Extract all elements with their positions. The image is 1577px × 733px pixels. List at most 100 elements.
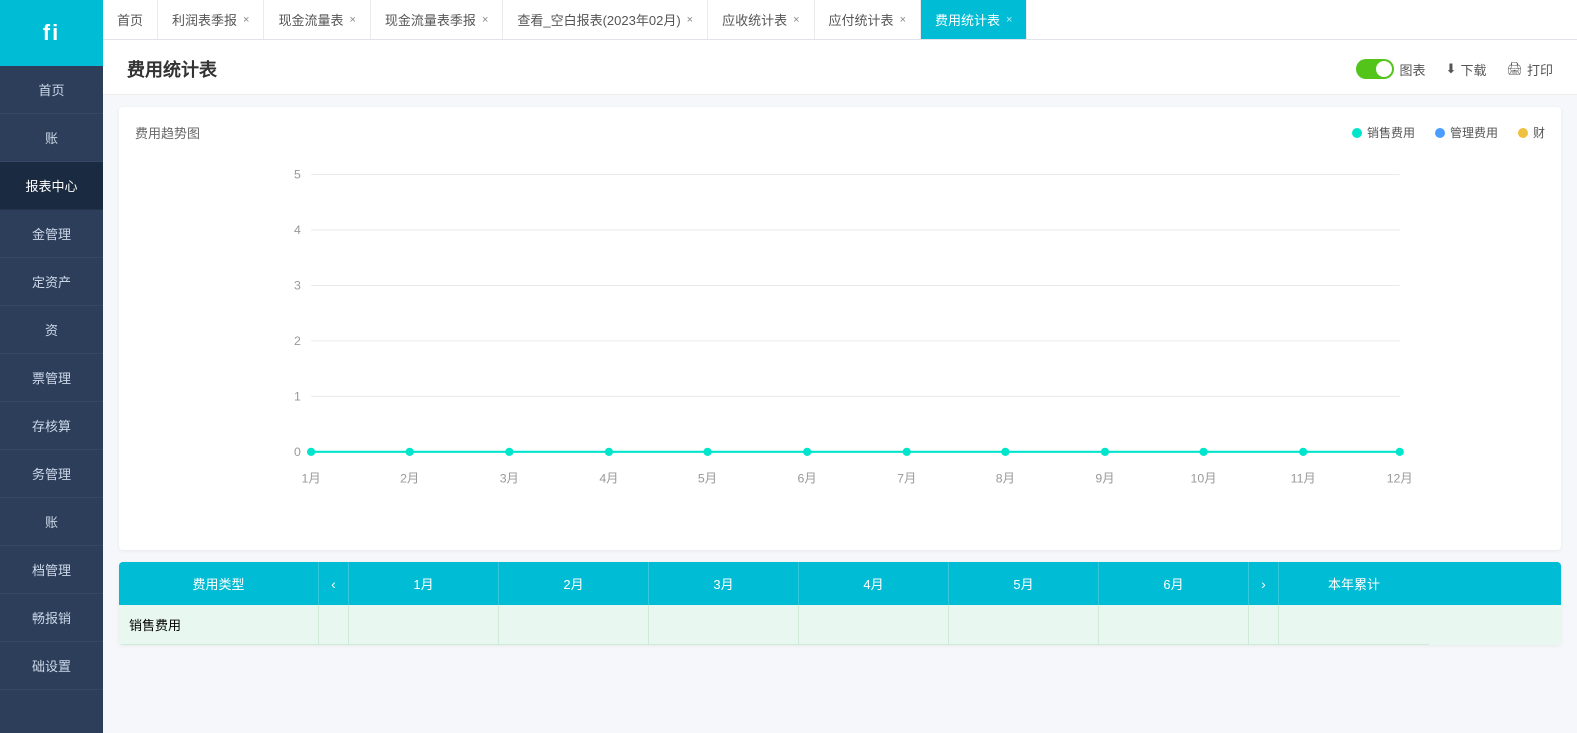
tab-cashflow[interactable]: 现金流量表 × — [264, 0, 370, 39]
svg-text:8月: 8月 — [996, 472, 1015, 486]
svg-text:3: 3 — [294, 279, 301, 293]
chart-toggle[interactable] — [1356, 59, 1394, 79]
chart-point-8 — [1001, 448, 1009, 456]
sidebar-item-invoice[interactable]: 票管理 — [0, 354, 103, 402]
tab-close-blank-report[interactable]: × — [687, 14, 693, 26]
svg-text:4: 4 — [294, 223, 301, 237]
legend-admin-label: 管理费用 — [1450, 124, 1498, 141]
chart-point-1 — [307, 448, 315, 456]
download-button[interactable]: ⬇ 下载 — [1446, 60, 1487, 79]
legend-sales-dot — [1352, 128, 1362, 138]
sidebar-item-finance[interactable]: 金管理 — [0, 210, 103, 258]
page-actions: 图表 ⬇ 下载 🖨 打印 — [1356, 59, 1553, 79]
tab-close-payable[interactable]: × — [900, 14, 906, 26]
content-area: 费用统计表 图表 ⬇ 下载 🖨 打印 费用趋势图 — [103, 40, 1577, 733]
tab-blank-report[interactable]: 查看_空白报表(2023年02月) × — [503, 0, 708, 39]
svg-text:3月: 3月 — [500, 472, 519, 486]
svg-text:10月: 10月 — [1191, 472, 1217, 486]
chart-toggle-label: 图表 — [1400, 60, 1426, 79]
svg-text:1: 1 — [294, 389, 301, 403]
legend-sales: 销售费用 — [1352, 124, 1415, 141]
svg-text:2月: 2月 — [400, 472, 419, 486]
sidebar-item-home[interactable]: 首页 — [0, 66, 103, 114]
chart-point-11 — [1299, 448, 1307, 456]
tab-bar: 首页 利润表季报 × 现金流量表 × 现金流量表季报 × 查看_空白报表(202… — [103, 0, 1577, 40]
sidebar-item-assets[interactable]: 定资产 — [0, 258, 103, 306]
tab-close-cashflow[interactable]: × — [349, 14, 355, 26]
tab-close-profit-quarterly[interactable]: × — [243, 14, 249, 26]
svg-text:5: 5 — [294, 168, 301, 182]
tab-close-cashflow-quarterly[interactable]: × — [482, 14, 488, 26]
td-sales-label: 销售费用 — [119, 605, 319, 645]
sidebar-item-ledger[interactable]: 账 — [0, 498, 103, 546]
page-header: 费用统计表 图表 ⬇ 下载 🖨 打印 — [103, 40, 1577, 95]
tab-expense-stats[interactable]: 费用统计表 × — [921, 0, 1027, 39]
legend-finance: 财 — [1518, 124, 1545, 141]
chart-legend: 销售费用 管理费用 财 — [1352, 124, 1545, 141]
th-ytd: 本年累计 — [1279, 562, 1429, 605]
sidebar-item-reports[interactable]: 报表中心 — [0, 162, 103, 210]
svg-text:1月: 1月 — [301, 472, 320, 486]
th-month-2: 2月 — [499, 562, 649, 605]
chart-title: 费用趋势图 — [135, 123, 200, 142]
sidebar: fi 首页 账 报表中心 金管理 定资产 资 票管理 存核算 务管理 账 档管理… — [0, 0, 103, 733]
th-month-5: 5月 — [949, 562, 1099, 605]
legend-finance-label: 财 — [1533, 124, 1545, 141]
tab-payable[interactable]: 应付统计表 × — [815, 0, 921, 39]
tab-home[interactable]: 首页 — [103, 0, 158, 39]
sidebar-item-expense[interactable]: 畅报销 — [0, 594, 103, 642]
th-next-arrow[interactable]: › — [1249, 562, 1279, 605]
sidebar-item-service[interactable]: 务管理 — [0, 450, 103, 498]
td-sales-m2 — [499, 605, 649, 645]
td-sales-empty2 — [1249, 605, 1279, 645]
sidebar-item-inventory[interactable]: 存核算 — [0, 402, 103, 450]
chart-point-2 — [406, 448, 414, 456]
td-sales-m3 — [649, 605, 799, 645]
print-icon: 🖨 — [1506, 61, 1523, 77]
page-title: 费用统计表 — [127, 56, 217, 82]
sidebar-item-capital[interactable]: 资 — [0, 306, 103, 354]
td-sales-m4 — [799, 605, 949, 645]
svg-text:7月: 7月 — [897, 472, 916, 486]
chart-point-4 — [605, 448, 613, 456]
sidebar-item-settings[interactable]: 础设置 — [0, 642, 103, 690]
chart-point-3 — [505, 448, 513, 456]
print-button[interactable]: 🖨 打印 — [1506, 60, 1553, 79]
th-month-4: 4月 — [799, 562, 949, 605]
svg-text:0: 0 — [294, 445, 301, 459]
svg-text:5月: 5月 — [698, 472, 717, 486]
chart-header: 费用趋势图 销售费用 管理费用 财 — [135, 123, 1545, 142]
td-sales-m6 — [1099, 605, 1249, 645]
table-header: 费用类型 ‹ 1月 2月 3月 4月 5月 6月 › 本年累计 — [119, 562, 1561, 605]
tab-close-expense-stats[interactable]: × — [1006, 14, 1012, 26]
table-row-sales: 销售费用 — [119, 605, 1561, 645]
download-label: 下载 — [1460, 60, 1486, 79]
td-sales-ytd — [1279, 605, 1429, 645]
chart-point-7 — [903, 448, 911, 456]
svg-text:6月: 6月 — [798, 472, 817, 486]
chart-container: 5 4 3 2 1 0 1月 2月 3月 4月 5月 6月 7月 8月 9 — [135, 154, 1545, 534]
th-month-1: 1月 — [349, 562, 499, 605]
th-month-6: 6月 — [1099, 562, 1249, 605]
print-label: 打印 — [1527, 60, 1553, 79]
svg-text:9月: 9月 — [1095, 472, 1114, 486]
tab-profit-quarterly[interactable]: 利润表季报 × — [158, 0, 264, 39]
chart-point-6 — [803, 448, 811, 456]
legend-admin: 管理费用 — [1435, 124, 1498, 141]
sidebar-logo: fi — [0, 0, 103, 66]
td-sales-m1 — [349, 605, 499, 645]
download-icon: ⬇ — [1446, 61, 1457, 77]
th-prev-arrow[interactable]: ‹ — [319, 562, 349, 605]
chart-toggle-wrapper: 图表 — [1356, 59, 1426, 79]
sidebar-item-archive[interactable]: 档管理 — [0, 546, 103, 594]
sidebar-item-account[interactable]: 账 — [0, 114, 103, 162]
chart-point-9 — [1101, 448, 1109, 456]
td-sales-m5 — [949, 605, 1099, 645]
svg-text:2: 2 — [294, 334, 301, 348]
svg-text:12月: 12月 — [1387, 472, 1413, 486]
tab-cashflow-quarterly[interactable]: 现金流量表季报 × — [371, 0, 503, 39]
chart-point-10 — [1199, 448, 1207, 456]
tab-receivable[interactable]: 应收统计表 × — [708, 0, 814, 39]
main-area: 首页 利润表季报 × 现金流量表 × 现金流量表季报 × 查看_空白报表(202… — [103, 0, 1577, 733]
tab-close-receivable[interactable]: × — [793, 14, 799, 26]
